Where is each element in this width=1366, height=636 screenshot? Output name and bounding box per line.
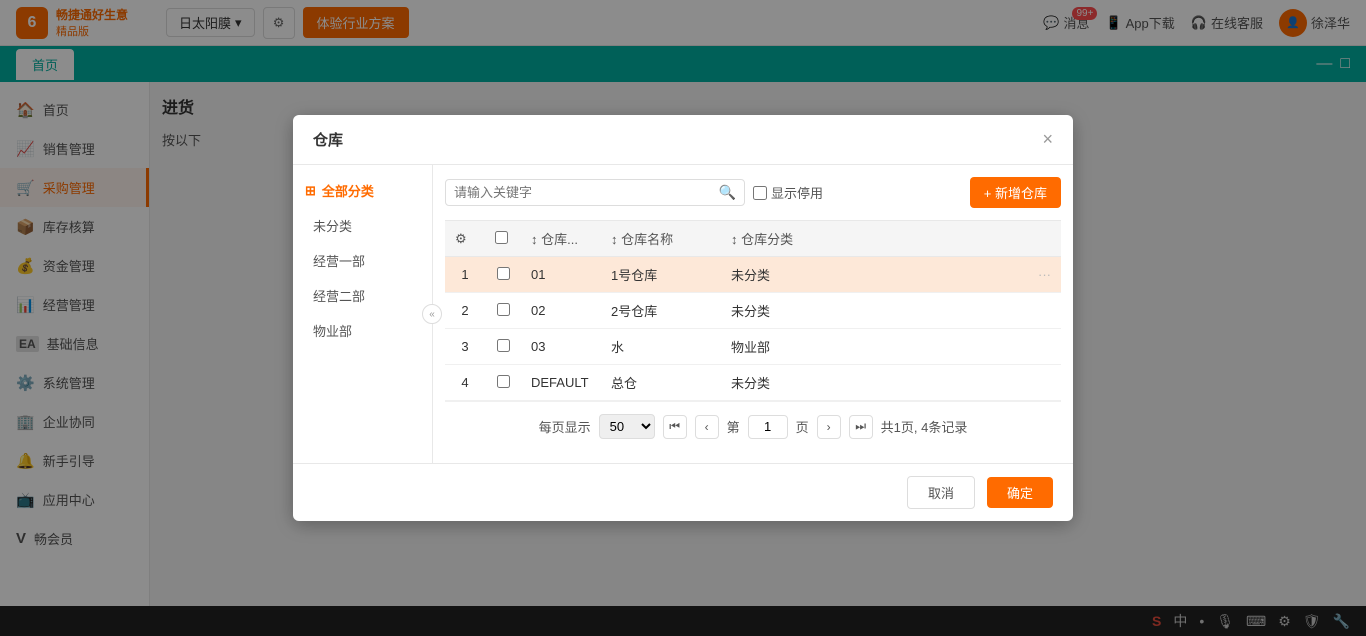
- sidebar-category-property[interactable]: 物业部: [293, 313, 432, 348]
- sort-icon: ↕: [531, 232, 538, 247]
- sidebar-collapse-button[interactable]: «: [422, 304, 442, 324]
- warehouse-modal: 仓库 × ⊞ 全部分类 未分类 经营一部 经营二部 物业部 «: [293, 115, 1073, 521]
- warehouse-table: ⚙ ↕ 仓库... ↕: [445, 220, 1061, 401]
- confirm-button[interactable]: 确定: [987, 477, 1053, 508]
- current-page-input[interactable]: [748, 415, 788, 439]
- table-row[interactable]: 4 DEFAULT 总仓 未分类: [445, 365, 1061, 401]
- row-category: 物业部: [721, 329, 821, 365]
- page-prefix-label: 第: [727, 417, 740, 436]
- row-code: 03: [521, 329, 601, 365]
- th-actions: [821, 221, 1061, 257]
- prev-page-button[interactable]: ‹: [695, 415, 719, 439]
- search-input-wrap: 🔍: [445, 179, 745, 206]
- row-name: 2号仓库: [601, 293, 721, 329]
- row-actions: [821, 293, 1061, 329]
- sort-cat-icon: ↕: [731, 232, 738, 247]
- table-row[interactable]: 3 03 水 物业部: [445, 329, 1061, 365]
- modal-footer: 取消 确定: [293, 463, 1073, 521]
- row-num: 2: [445, 293, 485, 329]
- first-page-button[interactable]: ⏮: [663, 415, 687, 439]
- row-actions: [821, 365, 1061, 401]
- row-name: 总仓: [601, 365, 721, 401]
- sidebar-category-business1[interactable]: 经营一部: [293, 243, 432, 278]
- page-suffix-label: 页: [796, 417, 809, 436]
- row-code: 02: [521, 293, 601, 329]
- modal-sidebar: ⊞ 全部分类 未分类 经营一部 经营二部 物业部 «: [293, 165, 433, 463]
- next-page-button[interactable]: ›: [817, 415, 841, 439]
- row-check: [485, 257, 521, 293]
- add-warehouse-button[interactable]: + 新增仓库: [970, 177, 1061, 208]
- row-name: 水: [601, 329, 721, 365]
- table-row[interactable]: 1 01 1号仓库 未分类 ···: [445, 257, 1061, 293]
- modal-backdrop: 仓库 × ⊞ 全部分类 未分类 经营一部 经营二部 物业部 «: [0, 0, 1366, 636]
- search-input[interactable]: [454, 185, 719, 200]
- row-category: 未分类: [721, 293, 821, 329]
- per-page-select[interactable]: 50 100 200: [599, 414, 655, 439]
- row-checkbox-3[interactable]: [497, 339, 510, 352]
- modal-title: 仓库: [313, 129, 343, 150]
- search-icon[interactable]: 🔍: [719, 184, 736, 201]
- row-category: 未分类: [721, 365, 821, 401]
- th-check: [485, 221, 521, 257]
- modal-header: 仓库 ×: [293, 115, 1073, 165]
- row-check: [485, 293, 521, 329]
- row-code: DEFAULT: [521, 365, 601, 401]
- all-category-header[interactable]: ⊞ 全部分类: [293, 173, 432, 208]
- row-name: 1号仓库: [601, 257, 721, 293]
- select-all-checkbox[interactable]: [495, 231, 508, 244]
- row-check: [485, 329, 521, 365]
- modal-toolbar: 🔍 显示停用 + 新增仓库: [445, 177, 1061, 208]
- show-disabled-label: 显示停用: [753, 183, 823, 202]
- row-num: 1: [445, 257, 485, 293]
- row-actions: ···: [821, 257, 1061, 293]
- gear-header-icon: ⚙: [455, 231, 467, 246]
- per-page-label: 每页显示: [539, 417, 591, 436]
- table-container: ⚙ ↕ 仓库... ↕: [445, 220, 1061, 401]
- th-code: ↕ 仓库...: [521, 221, 601, 257]
- grid-icon: ⊞: [305, 183, 316, 199]
- table-head: ⚙ ↕ 仓库... ↕: [445, 221, 1061, 257]
- last-page-button[interactable]: ⏭: [849, 415, 873, 439]
- row-actions: [821, 329, 1061, 365]
- row-num: 3: [445, 329, 485, 365]
- table-row[interactable]: 2 02 2号仓库 未分类: [445, 293, 1061, 329]
- cancel-button[interactable]: 取消: [907, 476, 975, 509]
- th-category: ↕ 仓库分类: [721, 221, 821, 257]
- row-checkbox-2[interactable]: [497, 303, 510, 316]
- total-info: 共1页, 4条记录: [881, 417, 968, 436]
- show-disabled-checkbox[interactable]: [753, 186, 767, 200]
- row-code: 01: [521, 257, 601, 293]
- sidebar-category-unclassified[interactable]: 未分类: [293, 208, 432, 243]
- modal-close-button[interactable]: ×: [1042, 129, 1053, 150]
- modal-main: 🔍 显示停用 + 新增仓库 ⚙: [433, 165, 1073, 463]
- row-check: [485, 365, 521, 401]
- th-gear: ⚙: [445, 221, 485, 257]
- table-body: 1 01 1号仓库 未分类 ··· 2: [445, 257, 1061, 401]
- th-name: ↕ 仓库名称: [601, 221, 721, 257]
- modal-body: ⊞ 全部分类 未分类 经营一部 经营二部 物业部 « 🔍: [293, 165, 1073, 463]
- table-header-row: ⚙ ↕ 仓库... ↕: [445, 221, 1061, 257]
- sidebar-category-business2[interactable]: 经营二部: [293, 278, 432, 313]
- sort-name-icon: ↕: [611, 232, 618, 247]
- pagination: 每页显示 50 100 200 ⏮ ‹ 第 页 › ⏭ 共1页, 4条记录: [445, 401, 1061, 451]
- row-num: 4: [445, 365, 485, 401]
- row-category: 未分类: [721, 257, 821, 293]
- row-checkbox-1[interactable]: [497, 267, 510, 280]
- row-checkbox-4[interactable]: [497, 375, 510, 388]
